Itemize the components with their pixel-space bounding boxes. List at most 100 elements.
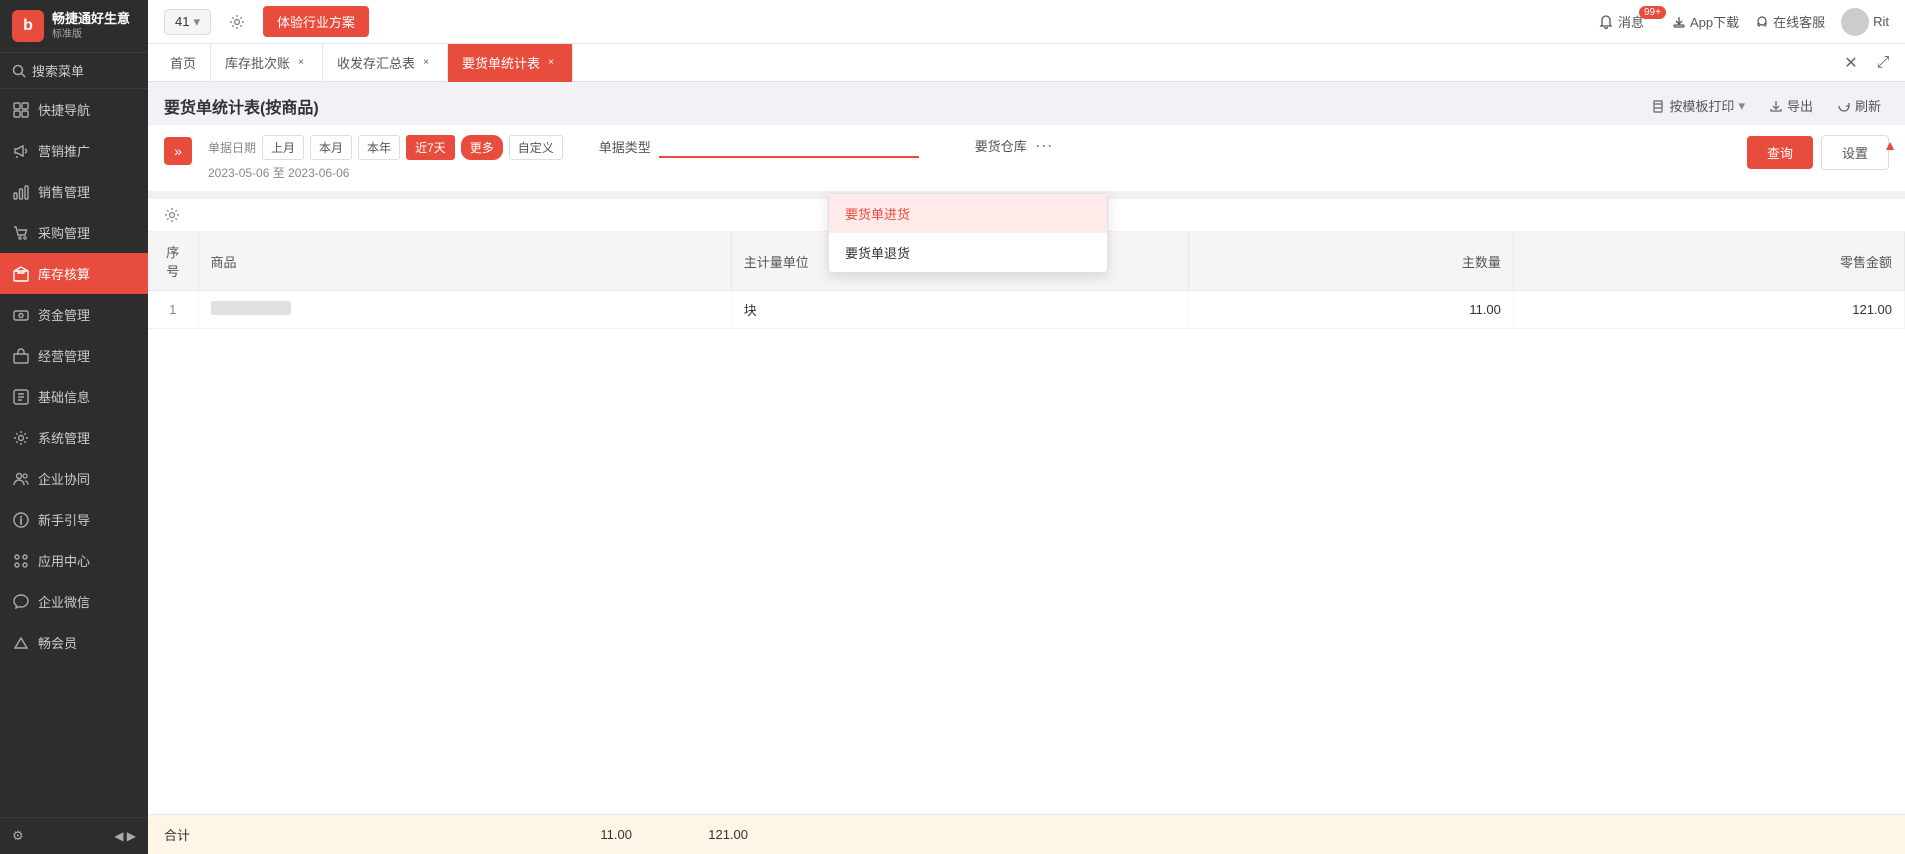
page-title: 要货单统计表(按商品) — [164, 94, 319, 118]
bell-icon — [1598, 14, 1614, 30]
date-btn-this-month[interactable]: 本月 — [310, 135, 352, 160]
settings-table-icon[interactable] — [164, 207, 180, 223]
sidebar-item-marketing[interactable]: 营销推广 — [0, 130, 148, 171]
app-download-btn[interactable]: App下载 — [1672, 12, 1739, 31]
chevron-down-icon: ▾ — [1738, 98, 1745, 114]
sidebar-item-finance[interactable]: 资金管理 — [0, 294, 148, 335]
tab-close-recv-summary[interactable]: × — [419, 56, 433, 70]
date-range-text: 2023-05-06 至 2023-06-06 — [208, 164, 563, 181]
tab-order-summary[interactable]: 要货单统计表 × — [448, 44, 573, 82]
cell-amount: 121.00 — [1513, 291, 1904, 329]
sidebar-item-operation[interactable]: 经营管理 — [0, 335, 148, 376]
refresh-btn[interactable]: 刷新 — [1829, 92, 1889, 119]
member-icon — [12, 634, 30, 652]
type-dropdown: 要货单进货 要货单退货 — [828, 193, 1108, 273]
tab-close-all-btn[interactable]: ✕ — [1837, 49, 1865, 77]
cell-unit: 块 — [731, 291, 1188, 329]
top-header: 41 ▾ 体验行业方案 消息 99+ — [148, 0, 1905, 44]
people-icon — [12, 470, 30, 488]
briefcase-icon — [12, 347, 30, 365]
print-btn[interactable]: 按模板打印 ▾ — [1643, 92, 1753, 119]
online-service-btn[interactable]: 在线客服 — [1755, 12, 1825, 31]
sidebar-item-system[interactable]: 系统管理 — [0, 417, 148, 458]
filter-area: » 单据日期 上月 本月 本年 近7天 更多 自定义 2023-05-06 至 … — [148, 125, 1905, 191]
page-actions: 按模板打印 ▾ 导出 刷新 — [1643, 92, 1889, 119]
user-avatar-area[interactable]: Rit — [1841, 8, 1889, 36]
filter-type-row: 单据类型 ▲ — [599, 135, 919, 158]
settings-bottom-icon[interactable]: ⚙ — [12, 828, 24, 844]
tabs-actions: ✕ ⤢ — [1837, 49, 1905, 77]
tabs-bar: 首页 库存批次账 × 收发存汇总表 × 要货单统计表 × ✕ ⤢ — [148, 44, 1905, 82]
warehouse-more-btn[interactable]: ··· — [1035, 135, 1053, 156]
main-content: 41 ▾ 体验行业方案 消息 99+ — [148, 0, 1905, 854]
col-amount: 零售金额 — [1513, 232, 1904, 291]
guide-icon — [12, 511, 30, 529]
dropdown-item-jinhuo[interactable]: 要货单进货 — [829, 194, 1107, 233]
money-icon — [12, 306, 30, 324]
dropdown-item-tuihuo[interactable]: 要货单退货 — [829, 233, 1107, 272]
tab-inventory-batch[interactable]: 库存批次账 × — [211, 44, 323, 82]
export-btn[interactable]: 导出 — [1761, 92, 1821, 119]
avatar — [1841, 8, 1869, 36]
cart-icon — [12, 224, 30, 242]
table-footer: 合计 11.00 121.00 — [148, 814, 1905, 854]
apps-icon — [12, 552, 30, 570]
box-icon — [12, 265, 30, 283]
date-btn-more[interactable]: 更多 — [461, 135, 503, 160]
table-container: 序号 商品 主计量单位 主数量 零售金额 1 块 11.00 — [148, 199, 1905, 814]
sidebar-item-inventory[interactable]: 库存核算 — [0, 253, 148, 294]
messages-btn[interactable]: 消息 99+ — [1598, 12, 1656, 31]
page-body: 要货单统计表(按商品) 按模板打印 ▾ — [148, 82, 1905, 854]
filter-type-input[interactable] — [659, 135, 919, 158]
sidebar-item-enterprise[interactable]: 企业协同 — [0, 458, 148, 499]
settings-icon — [12, 429, 30, 447]
dropdown-toggle-icon[interactable]: ▲ — [1883, 137, 1897, 153]
header-right: 消息 99+ App下载 在线客服 Rit — [1598, 8, 1889, 36]
table-row: 1 块 11.00 121.00 — [148, 291, 1905, 329]
date-btn-last-month[interactable]: 上月 — [262, 135, 304, 160]
sidebar-bottom: ⚙ ◀ ▶ — [0, 817, 148, 854]
wechat-icon — [12, 593, 30, 611]
company-selector[interactable]: 41 ▾ — [164, 9, 211, 35]
search-icon — [12, 64, 26, 78]
sidebar-item-quick-nav[interactable]: 快捷导航 — [0, 89, 148, 130]
sidebar-search[interactable]: 搜索菜单 — [0, 53, 148, 89]
page-header: 要货单统计表(按商品) 按模板打印 ▾ — [148, 82, 1905, 125]
print-icon — [1651, 99, 1665, 113]
tab-close-order-summary[interactable]: × — [544, 56, 558, 70]
industry-btn[interactable]: 体验行业方案 — [263, 6, 369, 37]
filter-date-row: 单据日期 上月 本月 本年 近7天 更多 自定义 — [208, 135, 563, 160]
sidebar-item-purchase[interactable]: 采购管理 — [0, 212, 148, 253]
sidebar-item-wechat[interactable]: 企业微信 — [0, 581, 148, 622]
cell-qty: 11.00 — [1188, 291, 1513, 329]
tab-maximize-btn[interactable]: ⤢ — [1869, 49, 1897, 77]
cell-no: 1 — [148, 291, 198, 329]
chevron-down-icon: ▾ — [193, 14, 200, 30]
tab-close-inventory-batch[interactable]: × — [294, 56, 308, 70]
product-placeholder — [211, 301, 291, 315]
header-left: 41 ▾ 体验行业方案 — [164, 6, 369, 37]
app-logo-icon: b — [12, 10, 44, 42]
grid-icon — [12, 101, 30, 119]
col-product: 商品 — [198, 232, 731, 291]
filter-expand-btn[interactable]: » — [164, 137, 192, 165]
refresh-icon — [1837, 99, 1851, 113]
tab-recv-summary[interactable]: 收发存汇总表 × — [323, 44, 448, 82]
sidebar-item-basic[interactable]: 基础信息 — [0, 376, 148, 417]
headset-icon — [1755, 15, 1769, 29]
gear-icon[interactable] — [223, 8, 251, 36]
sidebar-item-member[interactable]: 畅会员 — [0, 622, 148, 663]
sidebar-item-sales[interactable]: 销售管理 — [0, 171, 148, 212]
settings-btn[interactable]: 设置 — [1821, 135, 1889, 170]
date-btn-this-year[interactable]: 本年 — [358, 135, 400, 160]
filter-warehouse-group: 要货仓库 ··· — [975, 135, 1053, 156]
date-btn-7days[interactable]: 近7天 — [406, 135, 455, 160]
collapse-icon[interactable]: ◀ ▶ — [114, 829, 136, 843]
sidebar-item-guide[interactable]: 新手引导 — [0, 499, 148, 540]
date-btn-custom[interactable]: 自定义 — [509, 135, 563, 160]
download-icon — [1672, 15, 1686, 29]
megaphone-icon — [12, 142, 30, 160]
tab-home[interactable]: 首页 — [156, 44, 211, 82]
sidebar-item-appstore[interactable]: 应用中心 — [0, 540, 148, 581]
query-btn[interactable]: 查询 — [1747, 136, 1813, 169]
